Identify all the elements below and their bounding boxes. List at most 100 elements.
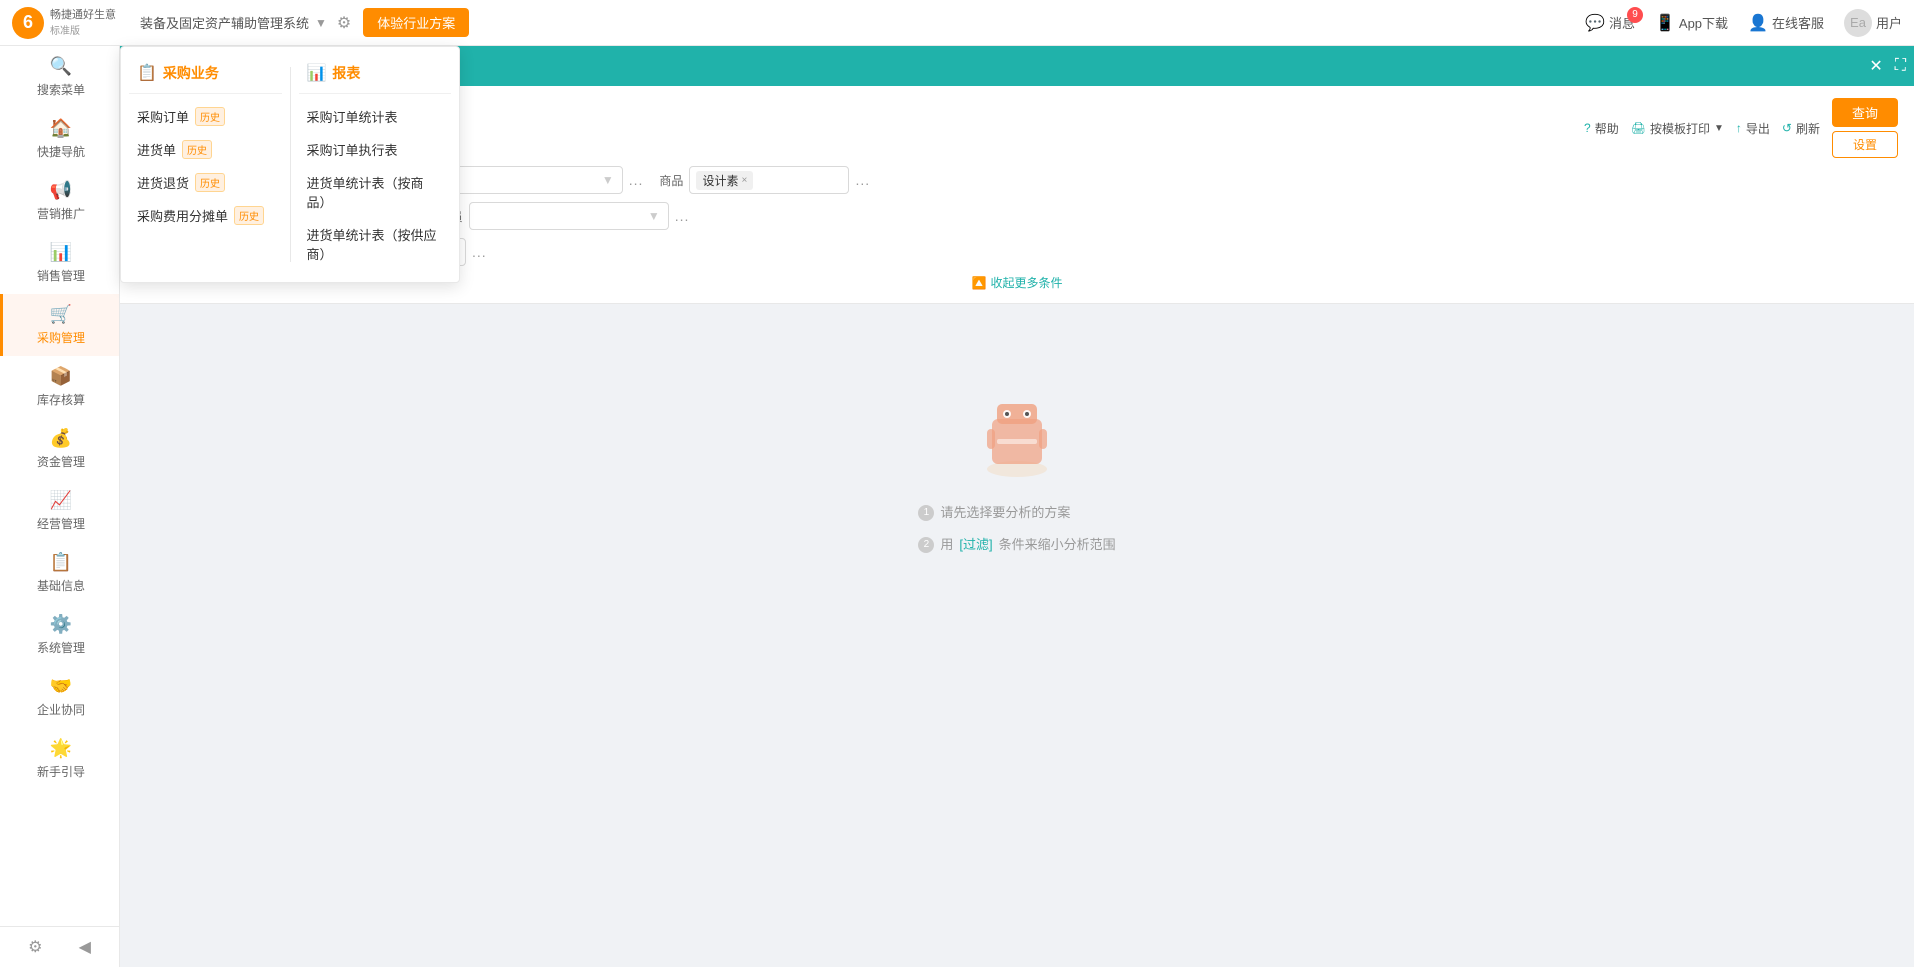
dropdown-item-purchase-return[interactable]: 进货退货 历史 — [129, 166, 282, 199]
dropdown-item-report-receive-goods[interactable]: 进货单统计表（按商品） — [299, 166, 452, 218]
sidebar-item-marketing[interactable]: 📢 营销推广 — [0, 170, 119, 232]
step1-num: 1 — [918, 505, 934, 521]
sidebar-item-finance[interactable]: 💰 资金管理 — [0, 418, 119, 480]
search-icon: 🔍 — [50, 56, 72, 77]
empty-svg — [967, 384, 1067, 484]
sidebar-settings-icon[interactable]: ⚙ — [28, 937, 42, 957]
sidebar-item-guide[interactable]: 🌟 新手引导 — [0, 728, 119, 790]
step2-text: 用[过滤]条件来缩小分析范围 — [940, 532, 1115, 558]
app-icon: 📱 — [1655, 13, 1675, 33]
sidebar-item-system-label: 系统管理 — [37, 639, 85, 656]
print-button[interactable]: 🖨 按模板打印 ▼ — [1631, 120, 1724, 137]
goods-input[interactable]: 设计素 × — [689, 166, 849, 194]
sidebar-item-operations[interactable]: 📈 经营管理 — [0, 480, 119, 542]
sidebar: 🔍 搜索菜单 🏠 快捷导航 📢 营销推广 📊 销售管理 🛒 采购管理 📦 库存核… — [0, 46, 120, 967]
dropdown-item-report-order-exec[interactable]: 采购订单执行表 — [299, 133, 452, 166]
sidebar-item-sales-label: 销售管理 — [37, 267, 85, 284]
empty-illustration — [967, 384, 1067, 484]
sidebar-item-stock-label: 库存核算 — [37, 391, 85, 408]
query-button[interactable]: 查询 — [1832, 98, 1898, 127]
refresh-button[interactable]: ↺ 刷新 — [1782, 120, 1820, 137]
print-dropdown-icon[interactable]: ▼ — [1714, 123, 1724, 134]
home-icon: 🏠 — [50, 118, 72, 139]
salesman-filter-group: 业务员 ▼ ... — [427, 202, 690, 230]
print-label: 按模板打印 — [1650, 120, 1710, 137]
empty-text: 1 请先选择要分析的方案 2 用[过滤]条件来缩小分析范围 — [918, 500, 1115, 558]
refresh-label: 刷新 — [1796, 120, 1820, 137]
empty-step1: 1 请先选择要分析的方案 — [918, 500, 1115, 526]
topbar-right: 💬 消息 9 📱 App下载 👤 在线客服 Ea 用户 — [1585, 9, 1902, 37]
purchase-cost-label: 采购费用分摊单 — [137, 206, 228, 225]
goods-label: 商品 — [659, 172, 683, 189]
sidebar-collapse-icon[interactable]: ◀ — [79, 937, 91, 957]
sidebar-footer: ⚙ ◀ — [0, 926, 119, 967]
report-receive-goods-label: 进货单统计表（按商品） — [307, 173, 444, 211]
system-title-area: 装备及固定资产辅助管理系统 ▼ ⚙ — [140, 13, 351, 33]
help-label: 帮助 — [1595, 120, 1619, 137]
sidebar-item-search-label: 搜索菜单 — [37, 81, 85, 98]
help-button[interactable]: ? 帮助 — [1584, 120, 1619, 137]
settings-icon[interactable]: ⚙ — [337, 13, 351, 33]
report-order-exec-label: 采购订单执行表 — [307, 140, 398, 159]
messages-button[interactable]: 💬 消息 9 — [1585, 13, 1635, 33]
purchase-col-label: 采购业务 — [163, 63, 219, 83]
enterprise-icon: 🤝 — [50, 676, 72, 697]
salesman-dots[interactable]: ... — [675, 208, 690, 224]
topbar: 6 畅捷通好生意 标准版 装备及固定资产辅助管理系统 ▼ ⚙ 体验行业方案 💬 … — [0, 0, 1914, 46]
help-icon: ? — [1584, 121, 1591, 135]
report-col: 📊 报表 采购订单统计表 采购订单执行表 进货单统计表（按商品） 进货单统计表（… — [291, 59, 460, 270]
sidebar-item-system[interactable]: ⚙️ 系统管理 — [0, 604, 119, 666]
sidebar-item-enterprise-label: 企业协同 — [37, 701, 85, 718]
report-col-icon: 📊 — [307, 63, 327, 83]
tab-maximize-icon[interactable]: ⛶ — [1895, 57, 1906, 75]
purchase-cost-history: 历史 — [234, 206, 264, 225]
sidebar-item-basic-info[interactable]: 📋 基础信息 — [0, 542, 119, 604]
system-dropdown-arrow[interactable]: ▼ — [315, 16, 327, 30]
salesman-select[interactable]: ▼ — [469, 202, 669, 230]
sidebar-item-guide-label: 新手引导 — [37, 763, 85, 780]
report-col-title: 📊 报表 — [299, 59, 452, 94]
user-avatar: Ea — [1844, 9, 1872, 37]
purchase-order-history: 历史 — [195, 107, 225, 126]
sidebar-item-sales[interactable]: 📊 销售管理 — [0, 232, 119, 294]
user-button[interactable]: Ea 用户 — [1844, 9, 1902, 37]
purchase-return-label: 进货退货 — [137, 173, 189, 192]
sidebar-item-enterprise[interactable]: 🤝 企业协同 — [0, 666, 119, 728]
goods-tag-close[interactable]: × — [741, 175, 747, 186]
system-icon: ⚙️ — [50, 614, 72, 635]
logo-icon: 6 — [12, 7, 44, 39]
customer-dots[interactable]: ... — [472, 244, 487, 260]
dropdown-item-purchase-order[interactable]: 采购订单 历史 — [129, 100, 282, 133]
empty-state: 1 请先选择要分析的方案 2 用[过滤]条件来缩小分析范围 — [120, 304, 1914, 638]
goods-dots[interactable]: ... — [855, 172, 870, 188]
purchase-return-history: 历史 — [195, 173, 225, 192]
dropdown-item-report-order-stat[interactable]: 采购订单统计表 — [299, 100, 452, 133]
sidebar-item-purchase[interactable]: 🛒 采购管理 — [0, 294, 119, 356]
sales-icon: 📊 — [50, 242, 72, 263]
online-service-button[interactable]: 👤 在线客服 — [1748, 13, 1824, 33]
empty-step2: 2 用[过滤]条件来缩小分析范围 — [918, 532, 1115, 558]
trial-button[interactable]: 体验行业方案 — [363, 8, 469, 37]
sidebar-item-purchase-label: 采购管理 — [37, 329, 85, 346]
dropdown-item-purchase-receive[interactable]: 进货单 历史 — [129, 133, 282, 166]
sidebar-item-search[interactable]: 🔍 搜索菜单 — [0, 46, 119, 108]
sidebar-item-quick-nav[interactable]: 🏠 快捷导航 — [0, 108, 119, 170]
operations-icon: 📈 — [50, 490, 72, 511]
export-button[interactable]: ↑ 导出 — [1736, 120, 1770, 137]
dropdown-item-purchase-cost[interactable]: 采购费用分摊单 历史 — [129, 199, 282, 232]
sidebar-item-marketing-label: 营销推广 — [37, 205, 85, 222]
set-button[interactable]: 设置 — [1832, 131, 1898, 158]
step1-text: 请先选择要分析的方案 — [940, 500, 1070, 526]
goods-tag-text: 设计素 — [702, 172, 738, 189]
order-status-dots[interactable]: ... — [629, 172, 644, 188]
sidebar-item-quick-nav-label: 快捷导航 — [37, 143, 85, 160]
tab-window-close-icon[interactable]: ✕ — [1869, 56, 1882, 76]
sidebar-item-stock[interactable]: 📦 库存核算 — [0, 356, 119, 418]
purchase-receive-history: 历史 — [182, 140, 212, 159]
dropdown-item-report-receive-supplier[interactable]: 进货单统计表（按供应商） — [299, 218, 452, 270]
collapse-button[interactable]: 🔼 收起更多条件 — [972, 274, 1063, 291]
app-download-button[interactable]: 📱 App下载 — [1655, 13, 1728, 33]
service-icon: 👤 — [1748, 13, 1768, 33]
purchase-receive-label: 进货单 — [137, 140, 176, 159]
report-order-stat-label: 采购订单统计表 — [307, 107, 398, 126]
